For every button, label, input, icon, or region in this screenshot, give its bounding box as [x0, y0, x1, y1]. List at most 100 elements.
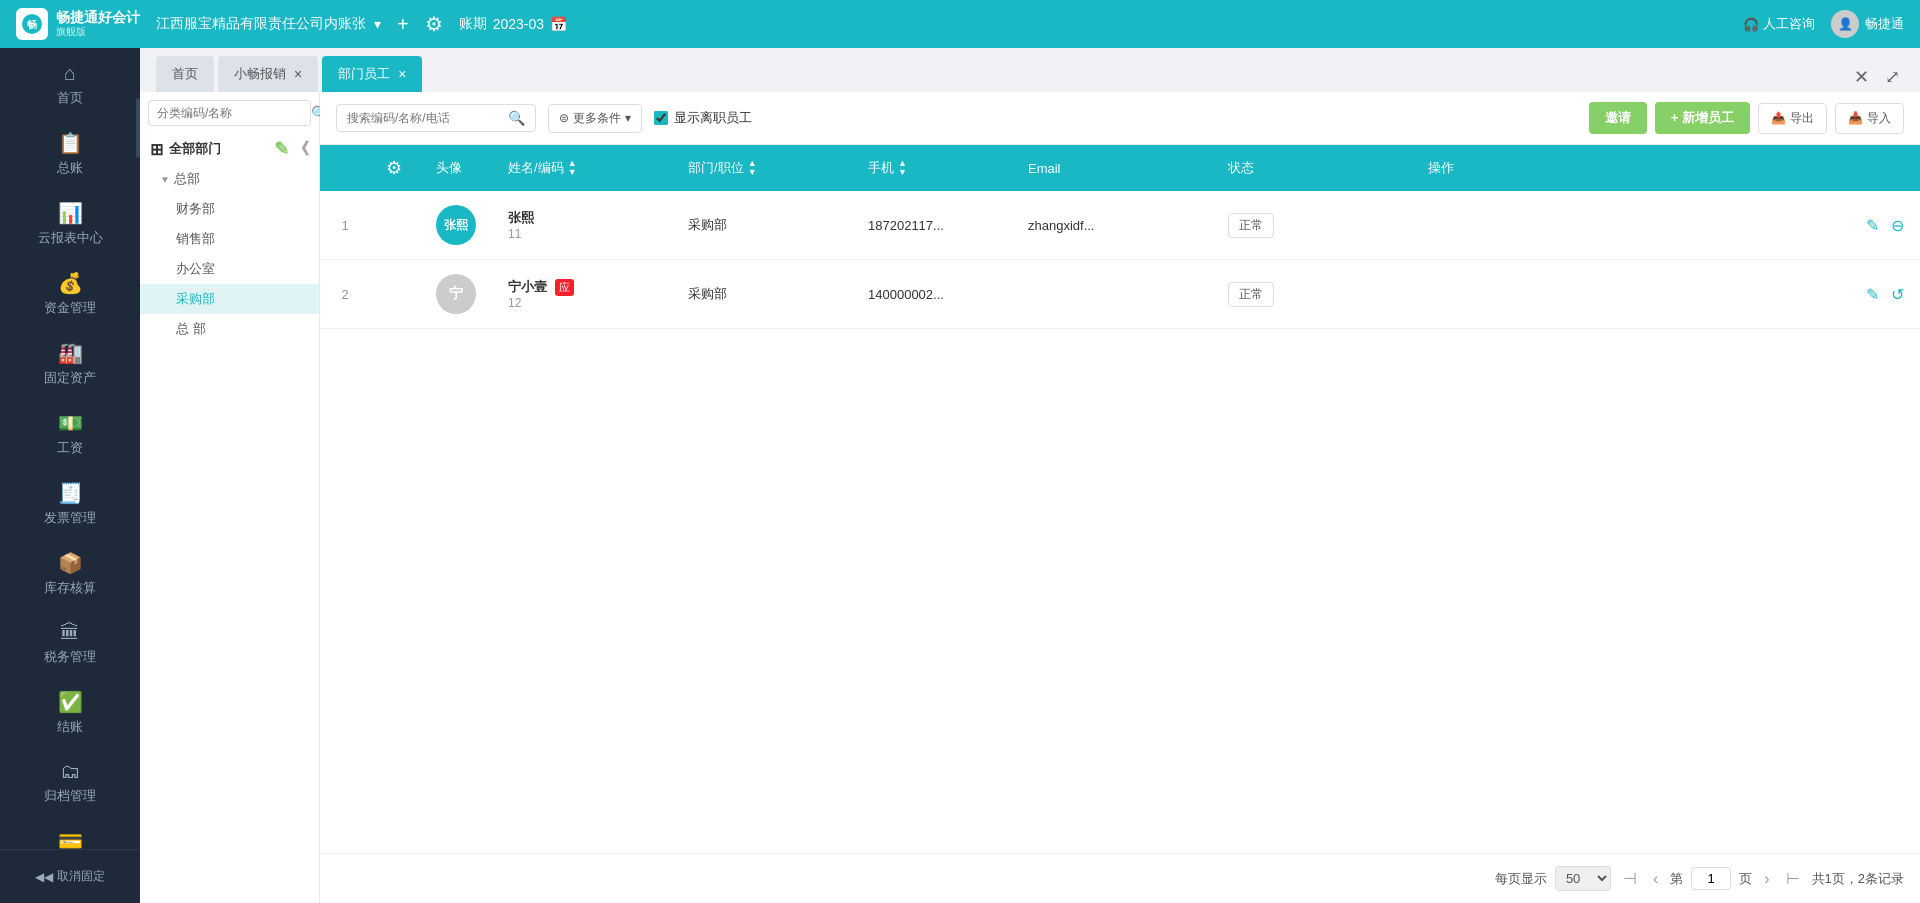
edit-circle-icon[interactable]: ✎ — [274, 138, 289, 160]
tab-home-label: 首页 — [172, 65, 198, 83]
th-avatar: 头像 — [420, 145, 492, 191]
show-resigned-label[interactable]: 显示离职员工 — [654, 109, 752, 127]
sidebar-item-invoice[interactable]: 🧾 发票管理 — [0, 467, 140, 537]
page-prefix: 第 — [1670, 870, 1683, 888]
row-email-1: zhangxidf... — [1012, 191, 1212, 260]
per-page-select[interactable]: 50 10 20 100 — [1555, 866, 1611, 891]
sidebar-item-inventory[interactable]: 📦 库存核算 — [0, 537, 140, 607]
th-mobile[interactable]: 手机 ▲ ▼ — [852, 145, 1012, 191]
sidebar-item-checkout[interactable]: ✅ 结账 — [0, 676, 140, 746]
avatar-2: 宁 — [436, 274, 476, 314]
logout-icon-1[interactable]: ⊖ — [1891, 216, 1904, 235]
dept-node-zongbu[interactable]: ▼ 总部 — [140, 164, 319, 194]
mobile-sort[interactable]: 手机 ▲ ▼ — [868, 159, 996, 177]
export-button[interactable]: 📤 导出 — [1758, 103, 1827, 134]
add-button[interactable]: + — [397, 13, 409, 36]
salary-icon: 💵 — [58, 411, 83, 435]
scroll-indicator — [136, 98, 140, 158]
employee-code-1: 11 — [508, 227, 656, 241]
dept-node-finance[interactable]: 财务部 — [140, 194, 319, 224]
toolbar-right: 邀请 + 新增员工 📤 导出 📥 导入 — [1589, 102, 1904, 134]
refresh-icon-2[interactable]: ↺ — [1891, 285, 1904, 304]
employee-tag-2: 应 — [555, 279, 574, 296]
tab-home[interactable]: 首页 — [156, 56, 214, 92]
employee-table-body: 1 张熙 张熙 11 — [320, 191, 1920, 329]
dept-position-sort[interactable]: 部门/职位 ▲ ▼ — [688, 159, 836, 177]
th-email: Email — [1012, 145, 1212, 191]
page-content: 🔍 ⊞ 全部部门 ✎ 《 ▼ 总部 — [140, 92, 1920, 903]
table-header-row: ⚙ 头像 姓名/编码 ▲ — [320, 145, 1920, 191]
row-actions-2: ✎ ↺ — [1412, 260, 1920, 329]
sidebar-item-tax[interactable]: 🏛 税务管理 — [0, 607, 140, 676]
filter-icon: ⊜ — [559, 111, 569, 125]
company-selector[interactable]: 江西服宝精品有限责任公司内账张 ▾ — [156, 15, 381, 33]
service-button[interactable]: 🎧 人工咨询 — [1743, 15, 1815, 33]
close-dept-tab[interactable]: × — [398, 67, 406, 81]
show-resigned-checkbox[interactable] — [654, 111, 668, 125]
name-code-sort[interactable]: 姓名/编码 ▲ ▼ — [508, 159, 656, 177]
email-value-1: zhangxidf... — [1028, 218, 1095, 233]
sidebar-item-salary[interactable]: 💵 工资 — [0, 397, 140, 467]
last-page-button[interactable]: ⊢ — [1782, 867, 1804, 890]
maximize-button[interactable]: ⤢ — [1881, 62, 1904, 92]
sidebar-scroll: ⌂ 首页 📋 总账 📊 云报表中心 💰 资金管理 🏭 固定资产 💵 工资 — [0, 48, 140, 849]
sidebar-item-reports[interactable]: 📊 云报表中心 — [0, 187, 140, 257]
first-page-button[interactable]: ⊣ — [1619, 867, 1641, 890]
dept-node-sales[interactable]: 销售部 — [140, 224, 319, 254]
avatar-icon: 👤 — [1838, 17, 1853, 31]
import-icon: 📥 — [1848, 111, 1863, 125]
dept-tree: 🔍 ⊞ 全部部门 ✎ 《 ▼ 总部 — [140, 92, 320, 903]
settings-button[interactable]: ⚙ — [425, 12, 443, 36]
all-dept-header[interactable]: ⊞ 全部部门 ✎ 《 — [140, 134, 319, 164]
dept-search-box[interactable]: 🔍 — [148, 100, 311, 126]
sidebar-label-assets: 固定资产 — [44, 369, 96, 387]
add-employee-button[interactable]: + 新增员工 — [1655, 102, 1750, 134]
user-info[interactable]: 👤 畅捷通 — [1831, 10, 1904, 38]
column-settings-icon[interactable]: ⚙ — [386, 158, 402, 178]
dept-node-office[interactable]: 办公室 — [140, 254, 319, 284]
expand-triangle: ▼ — [160, 174, 170, 185]
import-button[interactable]: 📥 导入 — [1835, 103, 1904, 134]
dept-node-purchase[interactable]: 采购部 — [140, 284, 319, 314]
row-mobile-2: 140000002... — [852, 260, 1012, 329]
edit-icon-2[interactable]: ✎ — [1866, 285, 1879, 304]
row-dept-2: 采购部 — [672, 260, 852, 329]
sidebar-item-home[interactable]: ⌂ 首页 — [0, 48, 140, 117]
toolbar: 🔍 ⊜ 更多条件 ▾ 显示离职员工 邀请 + — [320, 92, 1920, 145]
dept-node-zongbu2[interactable]: 总 部 — [140, 314, 319, 344]
sidebar-item-funds[interactable]: 💰 资金管理 — [0, 257, 140, 327]
dept-value-2: 采购部 — [688, 286, 727, 301]
employee-search-box[interactable]: 🔍 — [336, 104, 536, 132]
employee-search-input[interactable] — [347, 111, 502, 125]
invite-button[interactable]: 邀请 — [1589, 102, 1647, 134]
tab-expense[interactable]: 小畅报销 × — [218, 56, 318, 92]
th-dept-position[interactable]: 部门/职位 ▲ ▼ — [672, 145, 852, 191]
sidebar-label-salary: 工资 — [57, 439, 83, 457]
th-settings[interactable]: ⚙ — [370, 145, 420, 191]
sidebar-item-expense[interactable]: 💳 小畅报销 — [0, 815, 140, 849]
chevron-down-icon: ▾ — [625, 111, 631, 125]
dept-search-input[interactable] — [157, 106, 307, 120]
row-avatar-2: 宁 — [420, 260, 492, 329]
tab-dept-employee[interactable]: 部门员工 × — [322, 56, 422, 92]
sidebar-item-ledger[interactable]: 📋 总账 — [0, 117, 140, 187]
next-page-button[interactable]: › — [1760, 868, 1773, 890]
prev-page-button[interactable]: ‹ — [1649, 868, 1662, 890]
edit-icon-1[interactable]: ✎ — [1866, 216, 1879, 235]
employee-code-2: 12 — [508, 296, 656, 310]
sidebar-item-archive[interactable]: 🗂 归档管理 — [0, 746, 140, 815]
page-number-input[interactable] — [1691, 867, 1731, 890]
period-value: 2023-03 — [493, 16, 544, 32]
user-avatar: 👤 — [1831, 10, 1859, 38]
more-filters-button[interactable]: ⊜ 更多条件 ▾ — [548, 104, 642, 133]
close-window-button[interactable]: ✕ — [1850, 62, 1873, 92]
sidebar: ⌂ 首页 📋 总账 📊 云报表中心 💰 资金管理 🏭 固定资产 💵 工资 — [0, 48, 140, 903]
cancel-fixed-button[interactable]: ◀◀ 取消固定 — [0, 860, 140, 893]
th-name-code[interactable]: 姓名/编码 ▲ ▼ — [492, 145, 672, 191]
calendar-icon[interactable]: 📅 — [550, 16, 567, 32]
close-expense-tab[interactable]: × — [294, 67, 302, 81]
tab-expense-label: 小畅报销 — [234, 65, 286, 83]
collapse-icon[interactable]: 《 — [293, 139, 309, 160]
sidebar-item-assets[interactable]: 🏭 固定资产 — [0, 327, 140, 397]
dept-label-zongbu2: 总 部 — [176, 320, 206, 338]
